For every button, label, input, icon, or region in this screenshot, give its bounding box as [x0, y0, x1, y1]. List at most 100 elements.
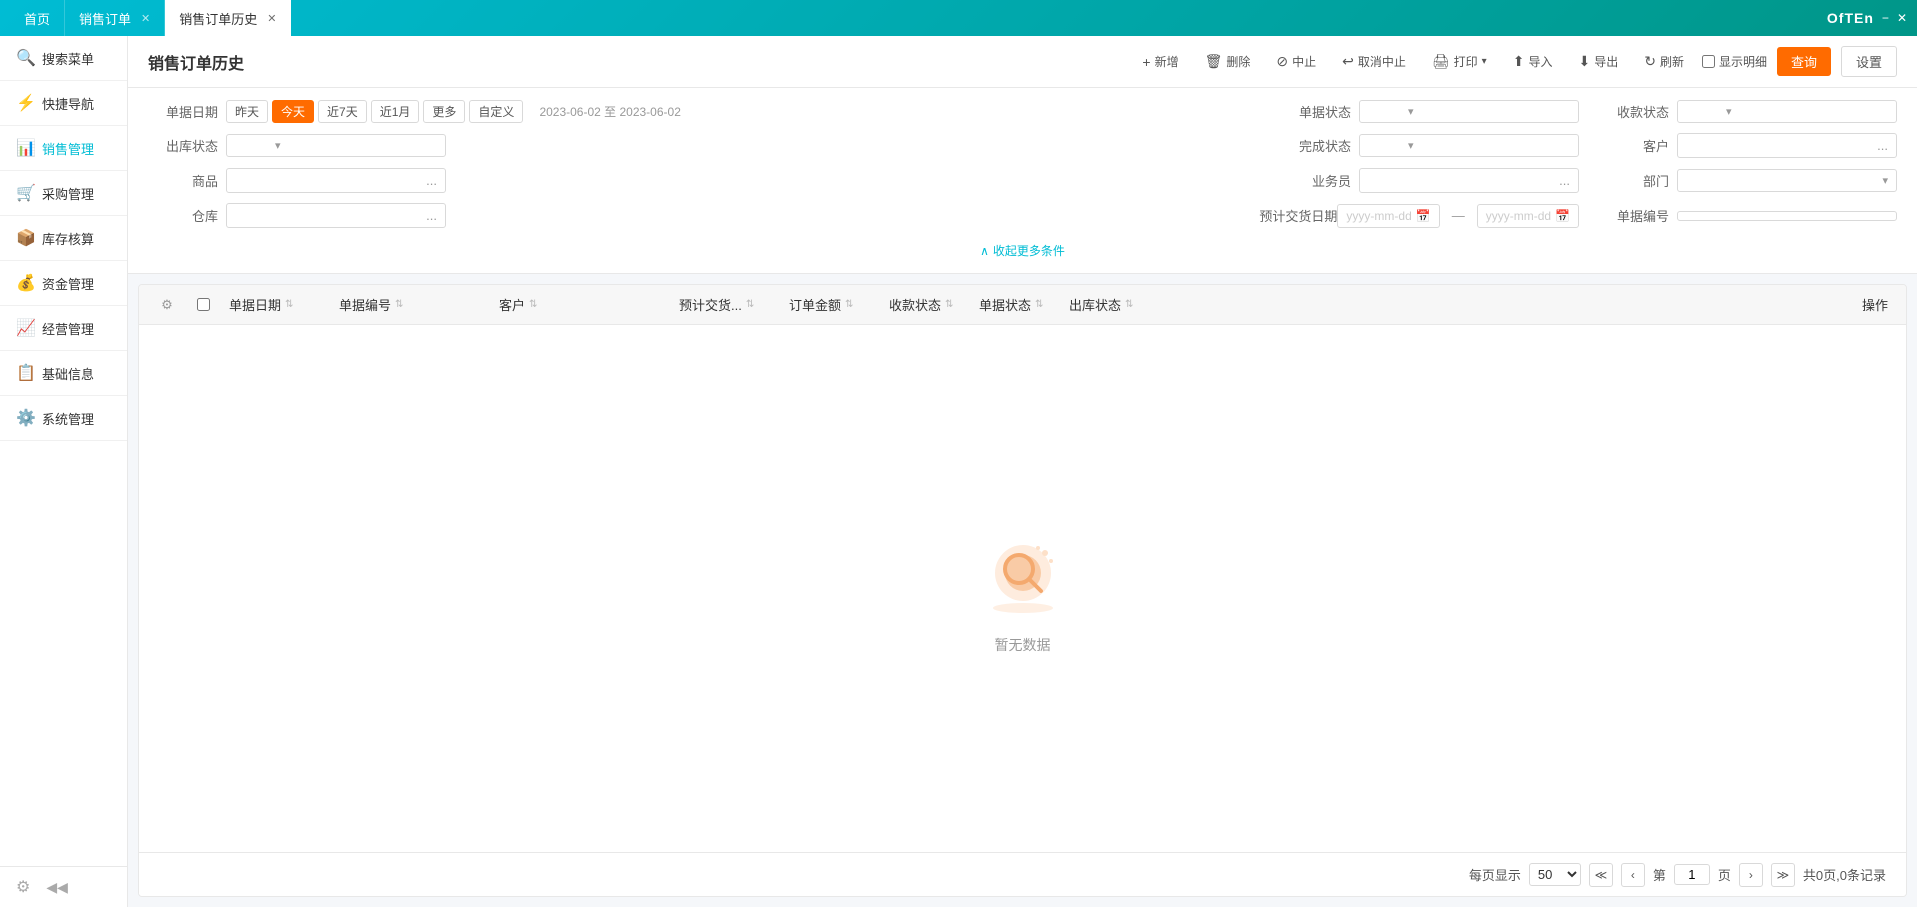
- sidebar-item-sales-mgmt[interactable]: 📊 销售管理: [0, 126, 127, 171]
- col-header-doc-status[interactable]: 单据状态 ⇅: [971, 295, 1061, 314]
- page-prev-btn[interactable]: ‹: [1621, 863, 1645, 887]
- col-doc-date-sort-icon: ⇅: [285, 299, 293, 310]
- sidebar: 🔍 搜索菜单 ⚡ 快捷导航 📊 销售管理 🛒 采购管理 📦 库存核算 💰 资金管…: [0, 36, 128, 907]
- print-icon: 🖨: [1432, 53, 1450, 70]
- empty-state: 暂无数据: [139, 325, 1906, 852]
- sidebar-item-inventory-calc[interactable]: 📦 库存核算: [0, 216, 127, 261]
- tab-sales-order-history-close[interactable]: ✕: [267, 12, 276, 25]
- cancel-stop-button[interactable]: ↩ 取消中止: [1334, 48, 1414, 75]
- sidebar-item-basic-info[interactable]: 📋 基础信息: [0, 351, 127, 396]
- tab-sales-order-close[interactable]: ✕: [141, 12, 150, 25]
- col-actions-label: 操作: [1862, 298, 1888, 313]
- filter-salesperson-item: 业务员 ...: [1281, 168, 1579, 193]
- col-header-order-amount[interactable]: 订单金额 ⇅: [781, 295, 881, 314]
- settings-button[interactable]: 设置: [1841, 46, 1897, 77]
- new-button[interactable]: + 新增: [1134, 48, 1186, 75]
- col-header-delivery-date[interactable]: 预计交货... ⇅: [671, 295, 781, 314]
- delivery-date-to-text: yyyy-mm-dd: [1486, 209, 1551, 223]
- tab-home-label: 首页: [24, 9, 50, 28]
- sidebar-item-purchase-mgmt[interactable]: 🛒 采购管理: [0, 171, 127, 216]
- app-layout: 🔍 搜索菜单 ⚡ 快捷导航 📊 销售管理 🛒 采购管理 📦 库存核算 💰 资金管…: [0, 36, 1917, 907]
- filter-date-item: 单据日期 昨天 今天 近7天 近1月 更多 自定义 2023-06-02 至 2…: [148, 100, 681, 123]
- page-first-btn[interactable]: ≪: [1589, 863, 1613, 887]
- filter-warehouse-input[interactable]: ...: [226, 203, 446, 228]
- date-btn-last7[interactable]: 近7天: [318, 100, 367, 123]
- basic-info-icon: 📋: [16, 363, 34, 383]
- date-btn-today[interactable]: 今天: [272, 100, 314, 123]
- customer-ellipsis-icon: ...: [1877, 138, 1888, 153]
- filter-dept-select[interactable]: ▾: [1677, 169, 1897, 192]
- date-btn-yesterday[interactable]: 昨天: [226, 100, 268, 123]
- per-page-select[interactable]: 50 10 20 100: [1529, 863, 1581, 886]
- filter-product-input[interactable]: ...: [226, 168, 446, 193]
- page-next-btn[interactable]: ›: [1739, 863, 1763, 887]
- filter-docno-input[interactable]: [1677, 211, 1897, 221]
- window-minimize-btn[interactable]: −: [1882, 11, 1889, 25]
- filter-docno-item: 单据编号: [1599, 206, 1897, 225]
- filter-delivery-date-to[interactable]: yyyy-mm-dd 📅: [1477, 204, 1579, 228]
- quick-nav-icon: ⚡: [16, 93, 34, 113]
- tab-sales-order[interactable]: 销售订单 ✕: [65, 0, 165, 36]
- filter-dept-item: 部门 ▾: [1599, 169, 1897, 192]
- filter-complete-status-select[interactable]: ▾: [1359, 134, 1579, 157]
- filter-out-status-select[interactable]: ▾: [226, 134, 446, 157]
- import-button[interactable]: ⬆ 导入: [1505, 48, 1561, 75]
- filter-doc-status-select[interactable]: ▾: [1359, 100, 1579, 123]
- export-label: 导出: [1594, 53, 1618, 70]
- sidebar-item-operations-mgmt[interactable]: 📈 经营管理: [0, 306, 127, 351]
- table-select-all-checkbox[interactable]: [185, 298, 221, 311]
- col-header-out-status[interactable]: 出库状态 ⇅: [1061, 295, 1151, 314]
- sidebar-settings-icon[interactable]: ⚙: [16, 877, 30, 897]
- col-header-doc-no[interactable]: 单据编号 ⇅: [331, 295, 491, 314]
- date-btn-custom[interactable]: 自定义: [469, 100, 523, 123]
- select-all-input[interactable]: [197, 298, 210, 311]
- filter-customer-input[interactable]: ...: [1677, 133, 1897, 158]
- filter-row-3: 商品 ... 业务员 ... 部门 ▾: [148, 168, 1897, 193]
- sidebar-item-search-menu[interactable]: 🔍 搜索菜单: [0, 36, 127, 81]
- sidebar-item-capital-mgmt[interactable]: 💰 资金管理: [0, 261, 127, 306]
- system-mgmt-icon: ⚙️: [16, 408, 34, 428]
- display-toggle-checkbox[interactable]: [1702, 55, 1715, 68]
- date-btn-last1m[interactable]: 近1月: [371, 100, 420, 123]
- filter-delivery-date-item: 预计交货日期 yyyy-mm-dd 📅 — yyyy-mm-dd 📅: [1259, 204, 1579, 228]
- table-area: ⚙ 单据日期 ⇅ 单据编号 ⇅ 客户 ⇅ 预计交货...: [138, 284, 1907, 897]
- col-delivery-date-sort-icon: ⇅: [746, 299, 754, 310]
- page-last-btn[interactable]: ≫: [1771, 863, 1795, 887]
- date-btn-more[interactable]: 更多: [423, 100, 465, 123]
- col-doc-no-sort-icon: ⇅: [395, 299, 403, 310]
- sidebar-item-system-mgmt-label: 系统管理: [42, 409, 94, 428]
- sidebar-item-inventory-calc-label: 库存核算: [42, 229, 94, 248]
- stop-button[interactable]: ⊘ 中止: [1268, 48, 1324, 75]
- window-close-btn[interactable]: ✕: [1897, 11, 1907, 25]
- filter-doc-status-arrow-icon: ▾: [1408, 105, 1414, 118]
- export-button[interactable]: ⬇ 导出: [1570, 48, 1626, 75]
- filter-out-status-arrow-icon: ▾: [275, 139, 281, 152]
- page-number-input[interactable]: [1674, 864, 1710, 885]
- total-records-text: 共0页,0条记录: [1803, 865, 1886, 884]
- col-header-doc-date[interactable]: 单据日期 ⇅: [221, 295, 331, 314]
- refresh-button[interactable]: ↻ 刷新: [1636, 48, 1692, 75]
- filter-salesperson-input[interactable]: ...: [1359, 168, 1579, 193]
- table-settings-icon[interactable]: ⚙: [149, 297, 185, 313]
- col-receipt-status-label: 收款状态: [889, 295, 941, 314]
- sidebar-item-operations-mgmt-label: 经营管理: [42, 319, 94, 338]
- filter-receipt-status-select[interactable]: ▾: [1677, 100, 1897, 123]
- page-first-icon: ≪: [1595, 868, 1608, 882]
- filter-delivery-date-from[interactable]: yyyy-mm-dd 📅: [1337, 204, 1439, 228]
- query-button[interactable]: 查询: [1777, 47, 1831, 76]
- delete-button[interactable]: 🗑 删除: [1197, 48, 1259, 75]
- tab-home[interactable]: 首页: [10, 0, 65, 36]
- sidebar-item-quick-nav[interactable]: ⚡ 快捷导航: [0, 81, 127, 126]
- sidebar-item-system-mgmt[interactable]: ⚙️ 系统管理: [0, 396, 127, 441]
- cancel-stop-icon: ↩: [1342, 53, 1354, 70]
- col-header-receipt-status[interactable]: 收款状态 ⇅: [881, 295, 971, 314]
- tab-sales-order-label: 销售订单: [79, 9, 131, 28]
- capital-mgmt-icon: 💰: [16, 273, 34, 293]
- col-header-customer[interactable]: 客户 ⇅: [491, 295, 671, 314]
- filter-collapse-btn[interactable]: ∧ 收起更多条件: [148, 238, 1897, 267]
- sidebar-collapse-icon[interactable]: ◀◀: [46, 879, 68, 896]
- tab-sales-order-history[interactable]: 销售订单历史 ✕: [165, 0, 291, 36]
- filter-product-item: 商品 ...: [148, 168, 446, 193]
- sidebar-item-quick-nav-label: 快捷导航: [42, 94, 94, 113]
- print-button[interactable]: 🖨 打印 ▾: [1424, 48, 1495, 75]
